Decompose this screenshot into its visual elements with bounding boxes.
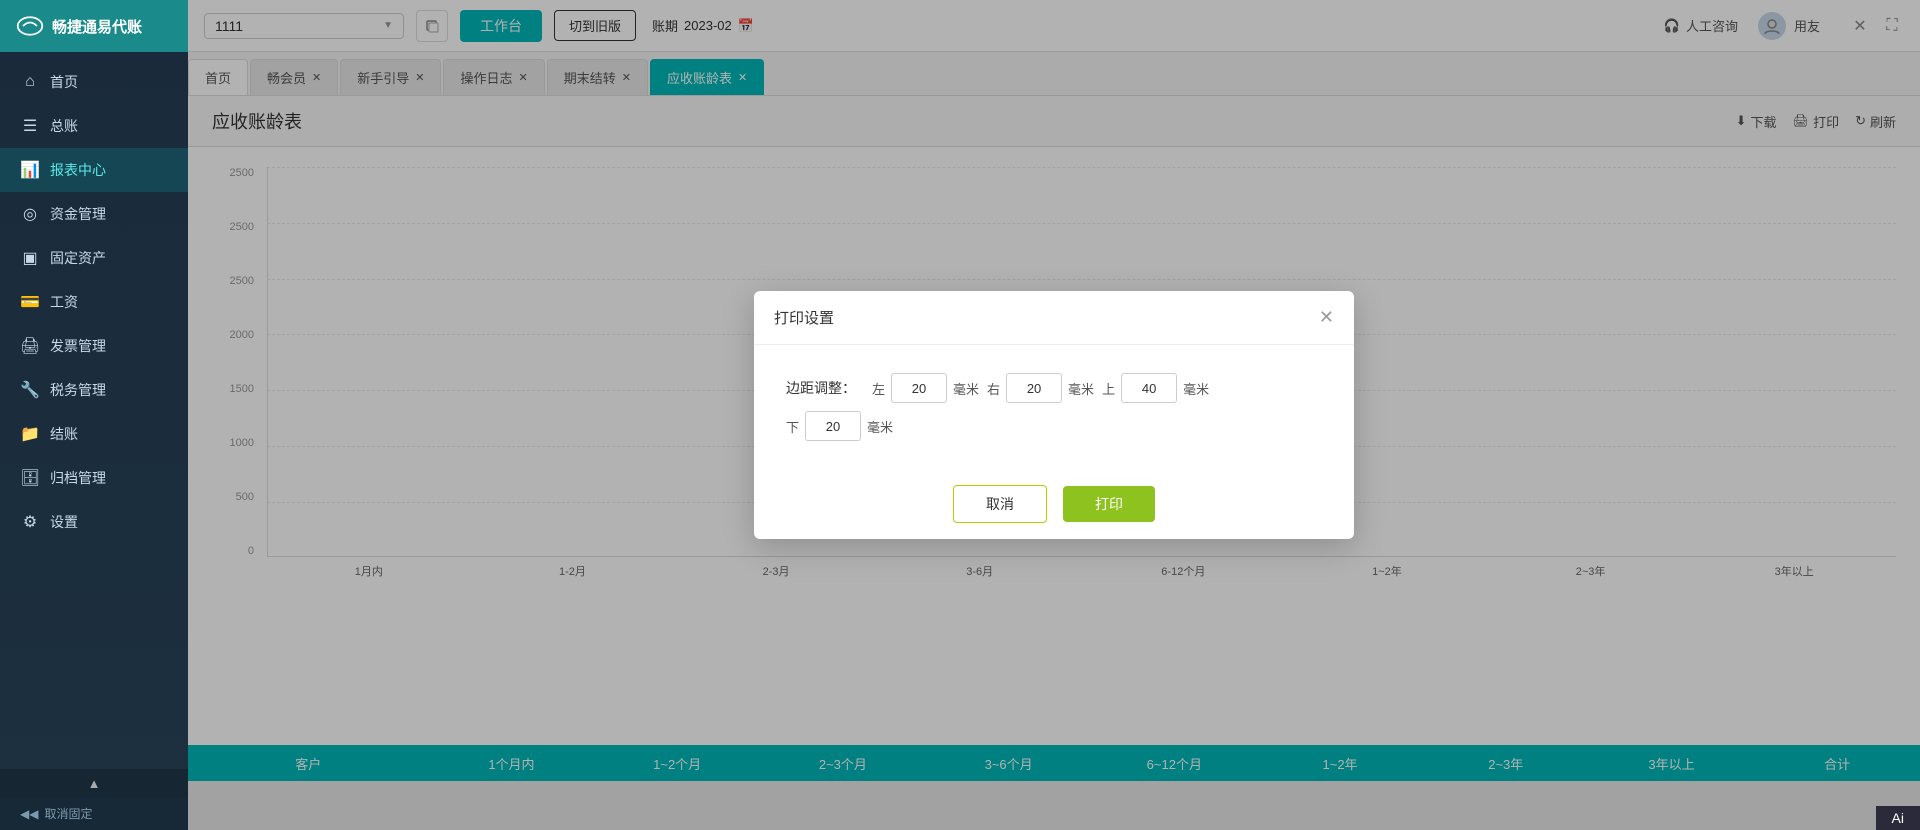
right-margin-group: 右 毫米: [987, 373, 1094, 403]
salary-icon: 💳: [20, 292, 40, 312]
sidebar-item-label: 结账: [50, 424, 78, 444]
left-label: 左: [872, 379, 885, 398]
collapse-label: 取消固定: [44, 805, 92, 822]
ledger-icon: ☰: [20, 116, 40, 136]
right-label: 右: [987, 379, 1000, 398]
sidebar-item-label: 税务管理: [50, 380, 106, 400]
invoice-icon: 🖨: [20, 336, 40, 356]
top-margin-group: 上 毫米: [1102, 373, 1209, 403]
assets-icon: ▣: [20, 248, 40, 268]
reports-icon: 📊: [20, 160, 40, 180]
dialog-body: 边距调整： 左 毫米 右 毫米 上 毫米 下: [754, 345, 1354, 469]
sidebar-scroll-up[interactable]: ▲: [0, 769, 188, 797]
settings-icon: ⚙: [20, 512, 40, 532]
right-margin-input[interactable]: [1006, 373, 1062, 403]
dialog-title: 打印设置: [774, 307, 834, 328]
sidebar-item-label: 首页: [50, 72, 78, 92]
app-logo: 畅捷通易代账: [0, 0, 188, 52]
margin-settings-row: 边距调整： 左 毫米 右 毫米 上 毫米 下: [786, 373, 1322, 441]
collapse-icon: ◀◀: [20, 807, 38, 821]
margin-label: 边距调整：: [786, 378, 856, 398]
sidebar-item-label: 总账: [50, 116, 78, 136]
print-confirm-button[interactable]: 打印: [1063, 486, 1155, 522]
sidebar-item-label: 固定资产: [50, 248, 106, 268]
sidebar-item-ledger[interactable]: ☰ 总账: [0, 104, 188, 148]
top-unit: 毫米: [1183, 379, 1209, 398]
print-settings-dialog: 打印设置 ✕ 边距调整： 左 毫米 右 毫米 上 毫米: [754, 291, 1354, 539]
sidebar-item-settings[interactable]: ⚙ 设置: [0, 500, 188, 544]
bottom-unit: 毫米: [867, 417, 893, 436]
sidebar-item-label: 工资: [50, 292, 78, 312]
sidebar-item-reports[interactable]: 📊 报表中心: [0, 148, 188, 192]
sidebar-item-invoice[interactable]: 🖨 发票管理: [0, 324, 188, 368]
sidebar-item-label: 报表中心: [50, 160, 106, 180]
bottom-margin-group: 下 毫米: [786, 411, 893, 441]
capital-icon: ◎: [20, 204, 40, 224]
sidebar-item-label: 设置: [50, 512, 78, 532]
sidebar-item-home[interactable]: ⌂ 首页: [0, 60, 188, 104]
archive-icon: 🗄: [20, 468, 40, 488]
left-margin-input[interactable]: [891, 373, 947, 403]
ai-label: Ai: [1892, 810, 1904, 826]
logo-icon: [16, 12, 44, 40]
bottom-label: 下: [786, 417, 799, 436]
closing-icon: 📁: [20, 424, 40, 444]
app-title: 畅捷通易代账: [52, 16, 142, 37]
home-icon: ⌂: [20, 73, 40, 91]
tax-icon: 🔧: [20, 380, 40, 400]
sidebar-collapse-btn[interactable]: ◀◀ 取消固定: [0, 797, 188, 830]
sidebar: 畅捷通易代账 ⌂ 首页 ☰ 总账 📊 报表中心 ◎ 资金管理 ▣ 固定资产 💳 …: [0, 0, 188, 830]
sidebar-item-salary[interactable]: 💳 工资: [0, 280, 188, 324]
dialog-header: 打印设置 ✕: [754, 291, 1354, 345]
sidebar-item-label: 归档管理: [50, 468, 106, 488]
top-margin-input[interactable]: [1121, 373, 1177, 403]
sidebar-item-assets[interactable]: ▣ 固定资产: [0, 236, 188, 280]
cancel-button[interactable]: 取消: [953, 485, 1047, 523]
bottom-margin-input[interactable]: [805, 411, 861, 441]
sidebar-nav: ⌂ 首页 ☰ 总账 📊 报表中心 ◎ 资金管理 ▣ 固定资产 💳 工资 🖨 发票…: [0, 52, 188, 769]
left-margin-group: 左 毫米: [872, 373, 979, 403]
right-unit: 毫米: [1068, 379, 1094, 398]
top-label: 上: [1102, 379, 1115, 398]
dialog-close-button[interactable]: ✕: [1319, 307, 1334, 328]
ai-badge[interactable]: Ai: [1876, 806, 1920, 830]
dialog-overlay: 打印设置 ✕ 边距调整： 左 毫米 右 毫米 上 毫米: [188, 0, 1920, 830]
sidebar-item-label: 资金管理: [50, 204, 106, 224]
sidebar-item-capital[interactable]: ◎ 资金管理: [0, 192, 188, 236]
left-unit: 毫米: [953, 379, 979, 398]
sidebar-item-label: 发票管理: [50, 336, 106, 356]
sidebar-item-closing[interactable]: 📁 结账: [0, 412, 188, 456]
dialog-footer: 取消 打印: [754, 469, 1354, 539]
sidebar-item-tax[interactable]: 🔧 税务管理: [0, 368, 188, 412]
sidebar-item-archive[interactable]: 🗄 归档管理: [0, 456, 188, 500]
